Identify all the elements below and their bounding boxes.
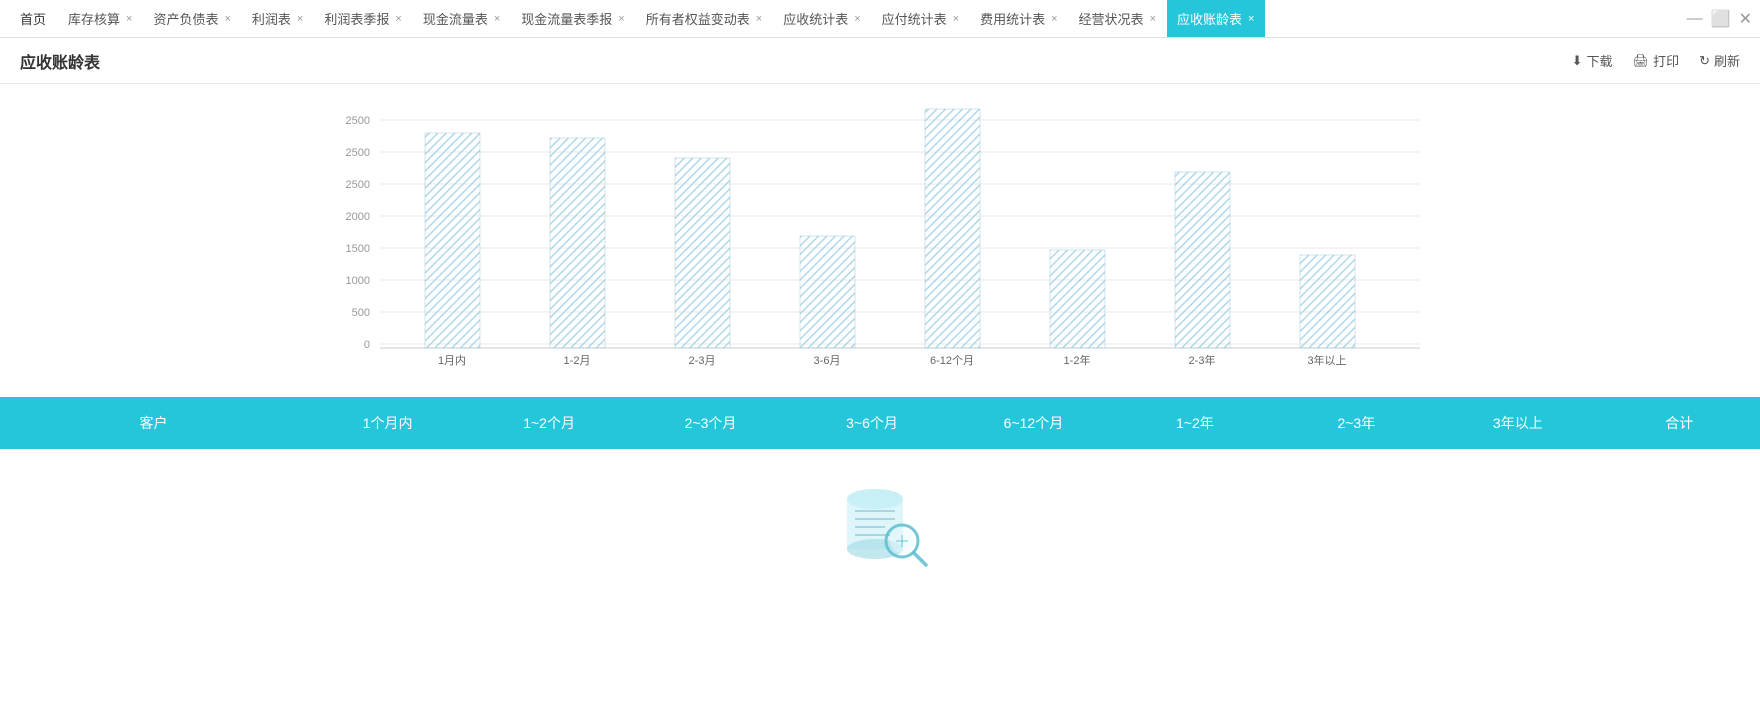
table-header: 客户 1个月内 1~2个月 2~3个月 3~6个月 6~12个月 1~2年 2~… [0,397,1760,449]
minimize-icon[interactable]: — [1687,10,1703,28]
download-button[interactable]: ⬇ 下载 [1572,51,1613,70]
tab-cashflow[interactable]: 现金流量表 × [413,0,511,38]
tab-bar-actions: — ⬜ ✕ [1687,9,1752,29]
svg-text:6-12个月: 6-12个月 [930,354,974,367]
col-total: 合计 [1599,413,1760,433]
svg-text:3-6月: 3-6月 [814,355,841,367]
download-icon: ⬇ [1572,53,1583,69]
tab-close-operations[interactable]: × [1150,13,1156,25]
tab-equity[interactable]: 所有者权益变动表 × [636,0,773,38]
tab-close-cashflow-quarterly[interactable]: × [618,13,624,25]
col-1month: 1个月内 [307,413,468,433]
tab-profit-quarterly[interactable]: 利润表季报 × [314,0,412,38]
tab-close-balance[interactable]: × [224,13,230,25]
chart-wrapper: 2500 2500 2500 2000 1500 1000 500 0 [30,104,1730,387]
svg-text:1-2月: 1-2月 [564,355,591,367]
col-2-3year: 2~3年 [1276,413,1437,433]
empty-state [0,449,1760,579]
tab-cashflow-quarterly[interactable]: 现金流量表季报 × [511,0,635,38]
svg-text:1月内: 1月内 [438,353,466,367]
maximize-icon[interactable]: ⬜ [1711,9,1731,29]
tab-close-ar-stats[interactable]: × [854,13,860,25]
tab-close-ap-stats[interactable]: × [953,13,959,25]
main-content: 2500 2500 2500 2000 1500 1000 500 0 [0,84,1760,720]
tab-close-equity[interactable]: × [756,13,762,25]
col-2-3month: 2~3个月 [630,413,791,433]
print-button[interactable]: 🖨 打印 [1633,51,1680,70]
chart-area: 2500 2500 2500 2000 1500 1000 500 0 [0,84,1760,397]
empty-illustration [820,479,940,579]
col-1-2month: 1~2个月 [468,413,629,433]
svg-text:1000: 1000 [346,275,370,287]
svg-text:2500: 2500 [346,147,370,159]
svg-text:2-3月: 2-3月 [689,355,716,367]
col-6-12month: 6~12个月 [953,413,1114,433]
tab-close-profit[interactable]: × [297,13,303,25]
svg-text:2500: 2500 [346,179,370,191]
page-title: 应收账龄表 [20,49,100,73]
tab-expense-stats[interactable]: 费用统计表 × [970,0,1068,38]
svg-text:2-3年: 2-3年 [1189,353,1216,367]
refresh-icon: ↻ [1699,53,1710,69]
print-icon: 🖨 [1633,53,1650,69]
refresh-button[interactable]: ↻ 刷新 [1699,51,1740,70]
tab-bar: 首页 库存核算 × 资产负债表 × 利润表 × 利润表季报 × 现金流量表 × … [0,0,1760,38]
tab-home[interactable]: 首页 [8,9,58,28]
svg-text:500: 500 [352,307,370,319]
tab-close-profit-quarterly[interactable]: × [395,13,401,25]
close-icon[interactable]: ✕ [1739,9,1752,29]
svg-text:3年以上: 3年以上 [1307,353,1346,367]
svg-text:1500: 1500 [346,243,370,255]
page-header: 应收账龄表 ⬇ 下载 🖨 打印 ↻ 刷新 [0,38,1760,84]
bar-chart: 2500 2500 2500 2000 1500 1000 500 0 [30,104,1730,384]
tab-close-inventory[interactable]: × [126,13,132,25]
tab-close-cashflow[interactable]: × [494,13,500,25]
svg-text:2000: 2000 [346,211,370,223]
svg-text:2500: 2500 [346,115,370,127]
tab-ap-stats[interactable]: 应付统计表 × [872,0,970,38]
tab-ar-stats[interactable]: 应收统计表 × [773,0,871,38]
tab-close-ar-aging[interactable]: × [1248,13,1254,25]
tab-operations[interactable]: 经营状况表 × [1069,0,1167,38]
tab-close-expense-stats[interactable]: × [1051,13,1057,25]
tab-balance[interactable]: 资产负债表 × [143,0,241,38]
svg-text:0: 0 [364,339,370,351]
header-actions: ⬇ 下载 🖨 打印 ↻ 刷新 [1572,51,1740,70]
col-customer: 客户 [0,413,307,433]
tab-ar-aging[interactable]: 应收账龄表 × [1167,0,1265,38]
col-1-2year: 1~2年 [1114,413,1275,433]
svg-text:1-2年: 1-2年 [1064,353,1091,367]
col-3plus-year: 3年以上 [1437,413,1598,433]
tab-profit[interactable]: 利润表 × [242,0,314,38]
col-3-6month: 3~6个月 [791,413,952,433]
tab-inventory[interactable]: 库存核算 × [58,0,143,38]
